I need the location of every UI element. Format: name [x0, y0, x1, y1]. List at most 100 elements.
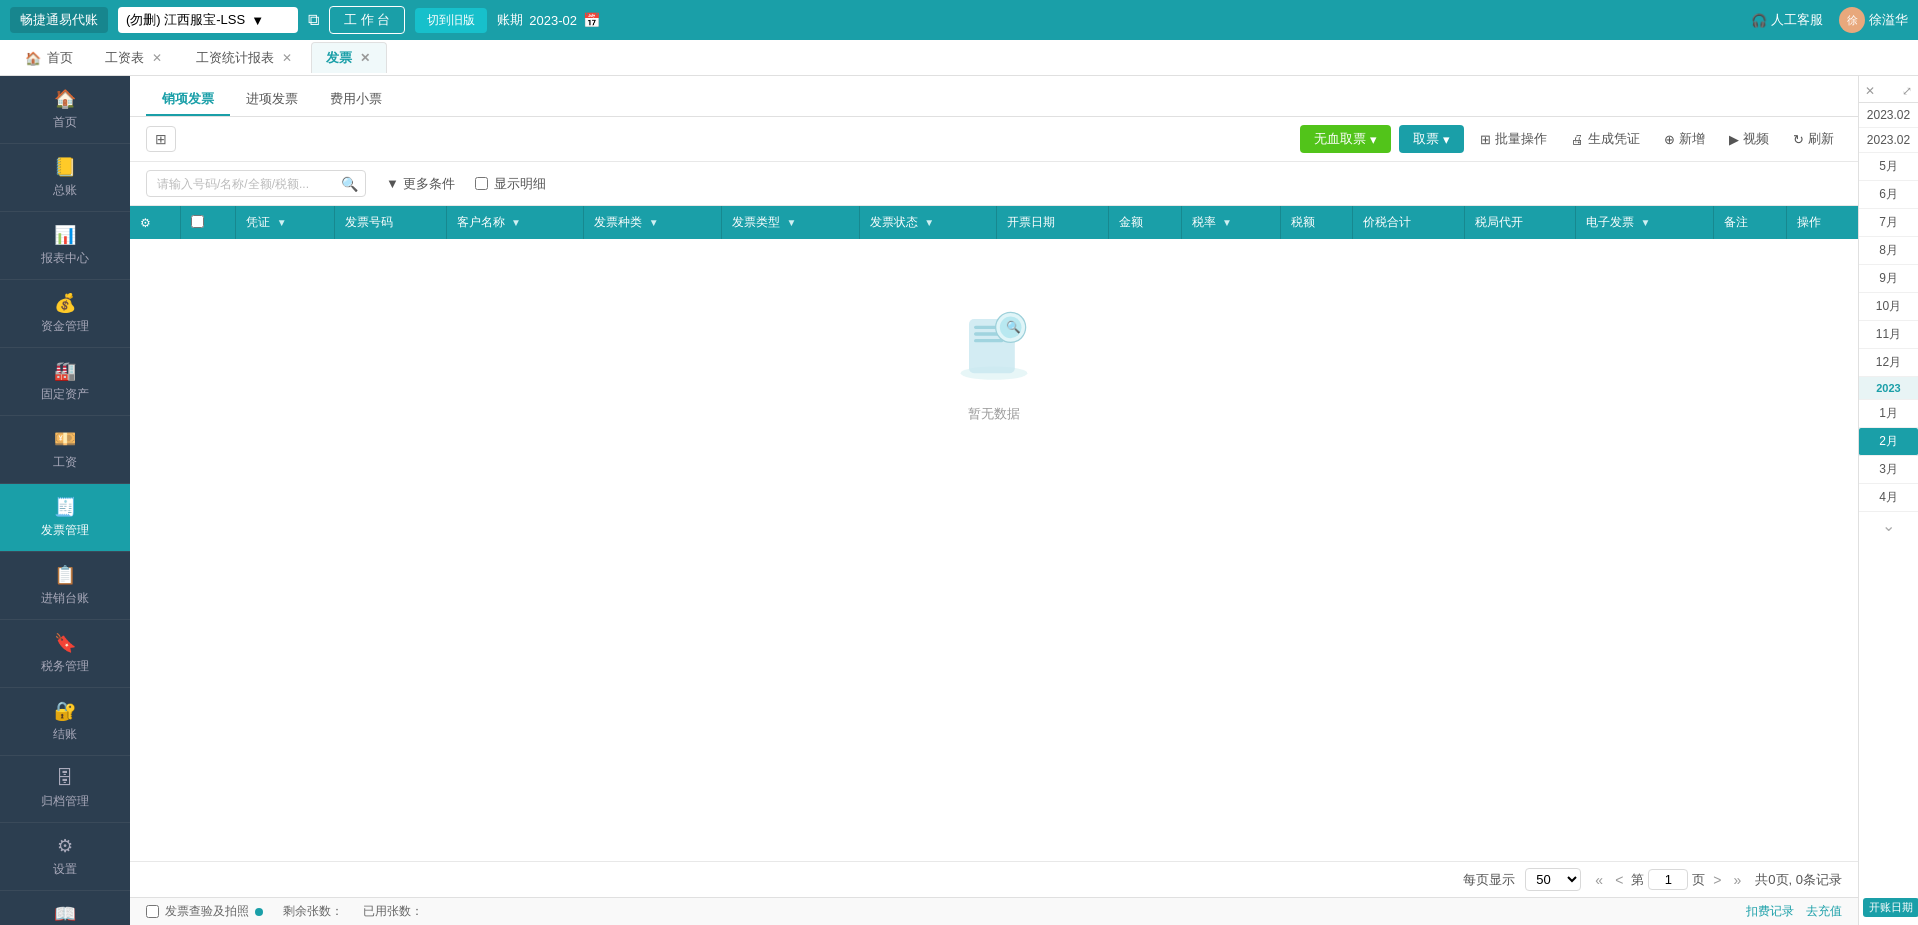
sidebar-item-reports[interactable]: 📊 报表中心 [0, 212, 130, 280]
period-item-14[interactable]: 4月 [1859, 484, 1918, 512]
headset-icon: 🎧 [1751, 13, 1767, 28]
period-item-13[interactable]: 3月 [1859, 456, 1918, 484]
take-ticket-button[interactable]: 取票 ▾ [1399, 125, 1464, 153]
sub-tab-expense[interactable]: 费用小票 [314, 84, 398, 116]
sub-tab-sales[interactable]: 销项发票 [146, 84, 230, 116]
prev-page-button[interactable]: < [1611, 870, 1627, 890]
tab-home-label: 首页 [47, 49, 73, 67]
period-item-6[interactable]: 9月 [1859, 265, 1918, 293]
show-detail-input[interactable] [475, 177, 488, 190]
sidebar-item-sales-ledger[interactable]: 📋 进销台账 [0, 552, 130, 620]
last-page-button[interactable]: » [1730, 870, 1746, 890]
page-size-select[interactable]: 50 10 20 100 [1525, 868, 1581, 891]
more-filters-label: 更多条件 [403, 175, 455, 193]
period-label: 账期 2023-02 📅 [497, 11, 600, 29]
sidebar-item-general-ledger[interactable]: 📒 总账 [0, 144, 130, 212]
col-tax-rate-filter[interactable]: ▼ [1222, 217, 1232, 228]
col-invoice-type: 发票种类 ▼ [584, 206, 722, 239]
new-button[interactable]: ⊕ 新增 [1656, 125, 1713, 153]
col-customer-filter[interactable]: ▼ [511, 217, 521, 228]
video-icon: ▶ [1729, 132, 1739, 147]
recharge-link[interactable]: 去充值 [1806, 903, 1842, 920]
copy-icon[interactable]: ⧉ [308, 11, 319, 29]
period-item-5[interactable]: 8月 [1859, 237, 1918, 265]
search-wrap: 🔍 [146, 170, 366, 197]
col-checkbox[interactable] [181, 206, 236, 239]
sidebar-item-invoice[interactable]: 🧾 发票管理 [0, 484, 130, 552]
period-value: 2023-02 [529, 13, 577, 28]
period-item-7[interactable]: 10月 [1859, 293, 1918, 321]
period-item-1[interactable]: 2023.02 [1859, 128, 1918, 153]
sidebar-item-fixed-assets[interactable]: 🏭 固定资产 [0, 348, 130, 416]
generate-voucher-button[interactable]: 🖨 生成凭证 [1563, 125, 1648, 153]
sidebar-settings-label: 设置 [53, 861, 77, 878]
period-item-2[interactable]: 5月 [1859, 153, 1918, 181]
grid-settings-button[interactable]: ⊞ [146, 126, 176, 152]
search-icon[interactable]: 🔍 [341, 176, 358, 192]
invoice-verify-checkbox[interactable] [146, 905, 159, 918]
open-period-button[interactable]: 开账日期 [1863, 898, 1918, 917]
tab-home[interactable]: 🏠 首页 [10, 42, 88, 73]
user-profile[interactable]: 徐 徐溢华 [1839, 7, 1908, 33]
period-calendar-icon[interactable]: 📅 [583, 12, 600, 28]
panel-close-button[interactable]: ✕ [1865, 84, 1875, 98]
switch-old-version-button[interactable]: 切到旧版 [415, 8, 487, 33]
tab-salary-close[interactable]: ✕ [150, 50, 164, 66]
period-item-9[interactable]: 12月 [1859, 349, 1918, 377]
period-item-3[interactable]: 6月 [1859, 181, 1918, 209]
new-label: 新增 [1679, 130, 1705, 148]
period-item-8[interactable]: 11月 [1859, 321, 1918, 349]
col-invoice-category-filter[interactable]: ▼ [786, 217, 796, 228]
first-page-button[interactable]: « [1591, 870, 1607, 890]
batch-ops-button[interactable]: ⊞ 批量操作 [1472, 125, 1555, 153]
tab-salary[interactable]: 工资表 ✕ [90, 42, 179, 73]
sidebar-item-payroll[interactable]: 💴 工资 [0, 416, 130, 484]
col-tax-total: 价税合计 [1353, 206, 1464, 239]
show-detail-checkbox[interactable]: 显示明细 [475, 175, 546, 193]
tab-salary-stats[interactable]: 工资统计报表 ✕ [181, 42, 309, 73]
workbench-button[interactable]: 工 作 台 [329, 6, 405, 34]
deduction-record-link[interactable]: 扣费记录 [1746, 903, 1794, 920]
sidebar-item-fund-mgmt[interactable]: 💰 资金管理 [0, 280, 130, 348]
company-selector[interactable]: (勿删) 江西服宝-LSS ▼ [118, 7, 298, 33]
company-dropdown-icon: ▼ [251, 13, 264, 28]
col-issue-date: 开票日期 [997, 206, 1108, 239]
col-voucher-filter[interactable]: ▼ [277, 217, 287, 228]
sidebar-item-home[interactable]: 🏠 首页 [0, 76, 130, 144]
empty-state: 🔍 暂无数据 [130, 239, 1858, 483]
period-item-0[interactable]: 2023.02 [1859, 103, 1918, 128]
sidebar-item-settings[interactable]: ⚙ 设置 [0, 823, 130, 891]
scroll-down-icon[interactable]: ⌄ [1878, 512, 1899, 539]
period-item-11[interactable]: 1月 [1859, 400, 1918, 428]
sidebar-sales-label: 进销台账 [41, 590, 89, 607]
page-input[interactable] [1648, 869, 1688, 890]
search-input[interactable] [146, 170, 366, 197]
sidebar-item-closing[interactable]: 🔐 结账 [0, 688, 130, 756]
refresh-button[interactable]: ↻ 刷新 [1785, 125, 1842, 153]
toolbar-actions: 无血取票 ▾ 取票 ▾ ⊞ 批量操作 🖨 生成凭证 ⊕ 新增 [1300, 125, 1842, 153]
period-item-12[interactable]: 2月 [1859, 428, 1918, 456]
customer-service[interactable]: 🎧 人工客服 [1751, 11, 1823, 29]
col-e-invoice-filter[interactable]: ▼ [1641, 217, 1651, 228]
tab-invoice-close[interactable]: ✕ [358, 50, 372, 66]
avatar: 徐 [1839, 7, 1865, 33]
sub-tab-purchase[interactable]: 进项发票 [230, 84, 314, 116]
next-page-button[interactable]: > [1709, 870, 1725, 890]
col-tax-code: 税局代开 [1464, 206, 1575, 239]
col-invoice-type-filter[interactable]: ▼ [649, 217, 659, 228]
more-filters-button[interactable]: ▼ 更多条件 [378, 171, 463, 197]
sidebar-item-guide[interactable]: 📖 新手引导 [0, 891, 130, 925]
col-invoice-status: 发票状态 ▼ [859, 206, 997, 239]
sidebar-ledger-label: 总账 [53, 182, 77, 199]
no-deduction-button[interactable]: 无血取票 ▾ [1300, 125, 1391, 153]
tab-salary-stats-close[interactable]: ✕ [280, 50, 294, 66]
col-invoice-status-filter[interactable]: ▼ [924, 217, 934, 228]
video-button[interactable]: ▶ 视频 [1721, 125, 1777, 153]
period-item-4[interactable]: 7月 [1859, 209, 1918, 237]
voucher-icon: 🖨 [1571, 132, 1584, 147]
sidebar-item-archive[interactable]: 🗄 归档管理 [0, 756, 130, 823]
tab-invoice[interactable]: 发票 ✕ [311, 42, 387, 73]
panel-maximize-button[interactable]: ⤢ [1902, 84, 1912, 98]
sub-tab-expense-label: 费用小票 [330, 91, 382, 106]
sidebar-item-tax-mgmt[interactable]: 🔖 税务管理 [0, 620, 130, 688]
